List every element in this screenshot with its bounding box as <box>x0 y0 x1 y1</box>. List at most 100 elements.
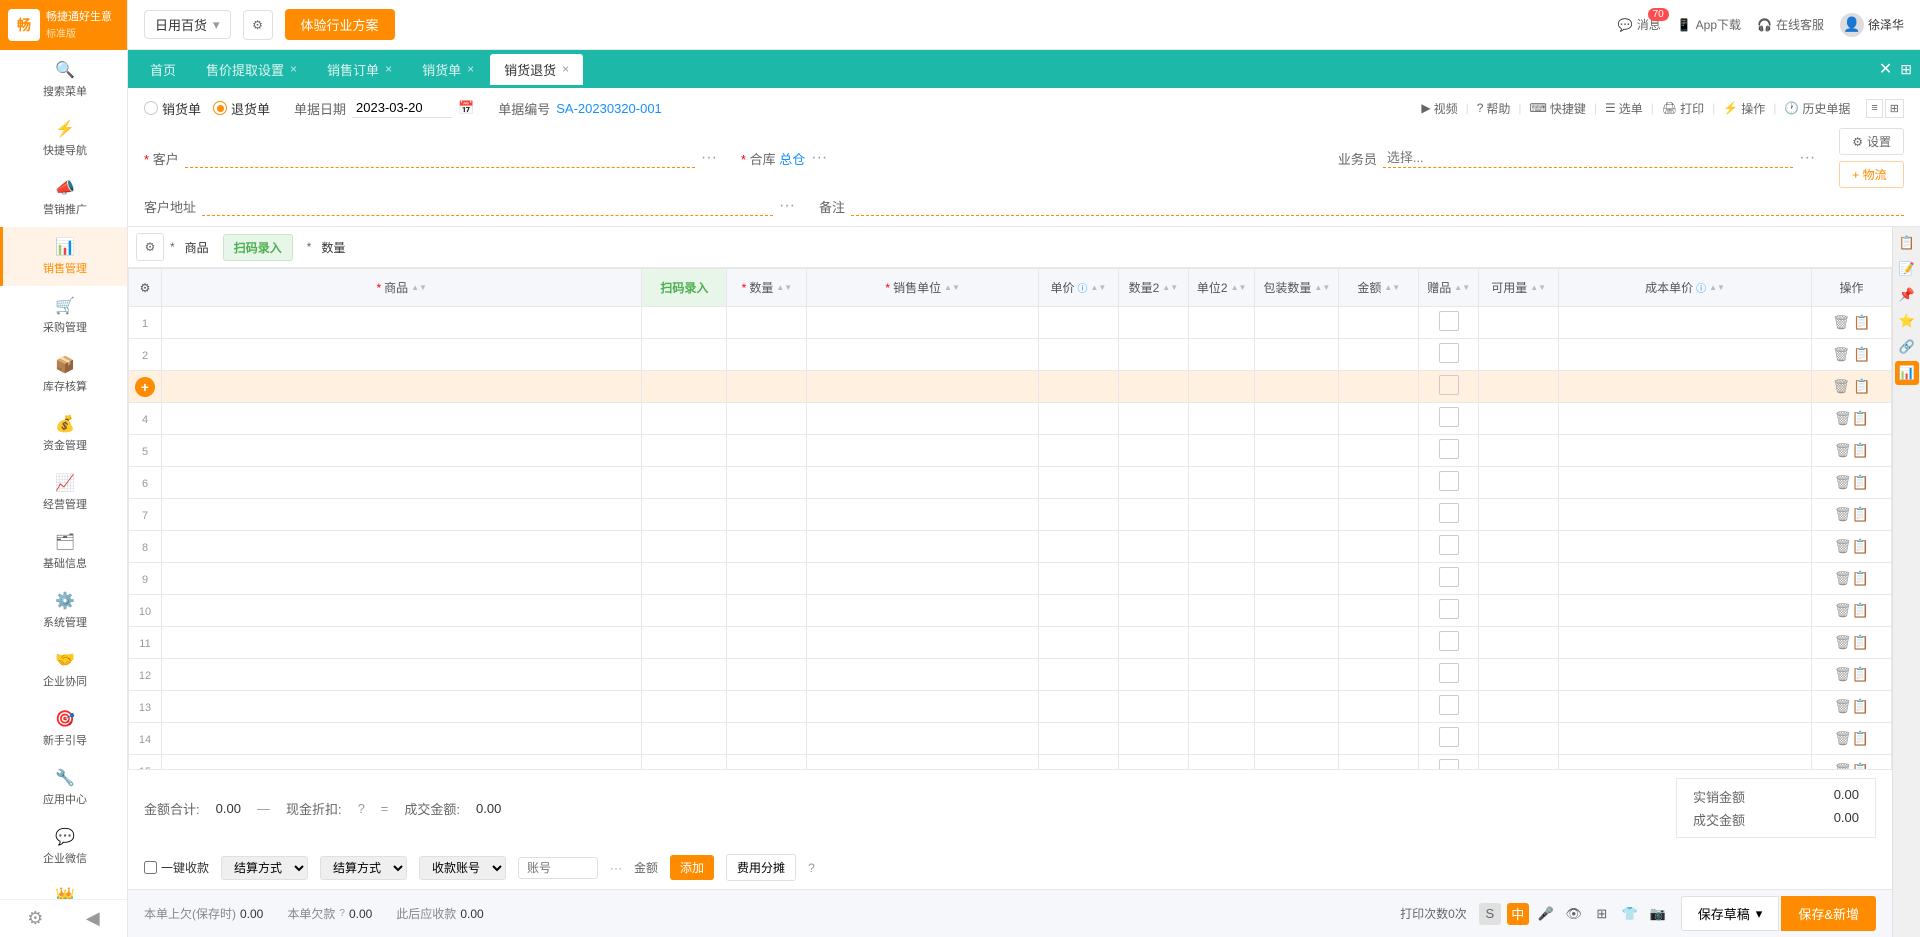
sort-unit2-icon[interactable]: ▲▼ <box>1231 284 1247 292</box>
sort-product-icon[interactable]: ▲▼ <box>411 284 427 292</box>
gift-checkbox-14[interactable] <box>1439 727 1459 747</box>
delete-btn-11[interactable]: 🗑 <box>1834 634 1852 650</box>
gift-checkbox-4[interactable] <box>1439 407 1459 427</box>
experience-btn[interactable]: 体验行业方案 <box>285 9 395 40</box>
gift-checkbox-10[interactable] <box>1439 599 1459 619</box>
copy-btn-1[interactable]: 📋 <box>1853 314 1870 330</box>
tab-home[interactable]: 首页 <box>136 54 190 85</box>
dropdown-arrow-icon[interactable]: ▾ <box>1756 906 1763 922</box>
tab-price-setting[interactable]: 售价提取设置 × <box>192 54 311 85</box>
add-row-btn[interactable]: + <box>135 377 155 397</box>
copy-btn-6[interactable]: 📋 <box>1852 474 1869 490</box>
sort-unit-icon[interactable]: ▲▼ <box>944 284 960 292</box>
gift-checkbox-3[interactable] <box>1439 375 1459 395</box>
shortcut-link[interactable]: ⌨ 快捷键 <box>1530 100 1586 117</box>
copy-btn-5[interactable]: 📋 <box>1852 442 1869 458</box>
sort-gift-icon[interactable]: ▲▼ <box>1454 284 1470 292</box>
sort-cost-icon[interactable]: ▲▼ <box>1709 284 1725 292</box>
sidebar-item-search[interactable]: 🔍 搜索菜单 <box>0 50 127 109</box>
row-3-sales-unit[interactable] <box>807 371 1038 403</box>
delete-btn-12[interactable]: 🗑 <box>1834 666 1852 682</box>
fee-help-icon[interactable]: ? <box>808 861 815 875</box>
row-3-pack[interactable] <box>1255 371 1339 403</box>
gift-checkbox-12[interactable] <box>1439 663 1459 683</box>
industry-selector[interactable]: 日用百货 ▾ <box>144 10 231 39</box>
row-1-gift[interactable] <box>1419 307 1479 339</box>
row-1-qty2[interactable] <box>1118 307 1188 339</box>
right-panel-icon-6[interactable]: 📊 <box>1895 361 1919 385</box>
sort-avail-icon[interactable]: ▲▼ <box>1530 284 1546 292</box>
row-1-sales-unit[interactable] <box>807 307 1038 339</box>
account-select[interactable]: 收款账号 <box>419 856 506 880</box>
scan-input-btn[interactable]: 扫码录入 <box>223 234 293 261</box>
gift-checkbox-6[interactable] <box>1439 471 1459 491</box>
copy-btn-9[interactable]: 📋 <box>1852 570 1869 586</box>
radio-return[interactable]: 退货单 <box>213 99 270 118</box>
column-settings-btn[interactable]: ⚙ <box>136 233 164 261</box>
sidebar-item-sales[interactable]: 📊 销售管理 <box>0 227 127 286</box>
row-3-amount[interactable] <box>1339 371 1419 403</box>
gift-checkbox-7[interactable] <box>1439 503 1459 523</box>
footer-icon-2[interactable]: 中 <box>1507 903 1529 925</box>
row-1-unit2[interactable] <box>1188 307 1255 339</box>
row-2-gift[interactable] <box>1419 339 1479 371</box>
scan-header-btn[interactable]: 扫码录入 <box>650 275 718 300</box>
copy-btn-14[interactable]: 📋 <box>1852 730 1869 746</box>
row-3-unit2[interactable] <box>1188 371 1255 403</box>
sidebar-item-newguide[interactable]: 🎯 新手引导 <box>0 699 127 758</box>
discount-help-icon[interactable]: ? <box>358 801 365 816</box>
sort-price-icon[interactable]: ▲▼ <box>1090 284 1106 292</box>
sidebar-item-inventory[interactable]: 📦 库存核算 <box>0 345 127 404</box>
right-panel-icon-1[interactable]: 📋 <box>1895 231 1919 255</box>
delete-btn-8[interactable]: 🗑 <box>1834 538 1852 554</box>
sort-qty-icon[interactable]: ▲▼ <box>776 284 792 292</box>
delete-btn-9[interactable]: 🗑 <box>1834 570 1852 586</box>
row-3-quantity[interactable] <box>727 371 807 403</box>
video-link[interactable]: ▶ 视频 <box>1421 100 1457 117</box>
row-1-quantity[interactable] <box>727 307 807 339</box>
footer-icon-7[interactable]: 📷 <box>1647 903 1669 925</box>
tab-sales-return[interactable]: 销货退货 × <box>490 54 583 85</box>
tab-sales-order[interactable]: 销售订单 × <box>313 54 406 85</box>
gift-checkbox-15[interactable] <box>1439 759 1459 769</box>
delete-btn-4[interactable]: 🗑 <box>1834 410 1852 426</box>
onepay-checkbox[interactable]: 一键收款 <box>144 859 209 876</box>
copy-btn-15[interactable]: 📋 <box>1852 762 1869 769</box>
fee-split-btn[interactable]: 费用分摊 <box>726 854 796 881</box>
row-3-gift[interactable] <box>1419 371 1479 403</box>
sidebar-item-member[interactable]: 👑 畅会员 <box>0 876 127 899</box>
sidebar-item-shortcut[interactable]: ⚡ 快捷导航 <box>0 109 127 168</box>
delete-btn-15[interactable]: 🗑 <box>1834 762 1852 769</box>
logistics-btn[interactable]: + 物流 <box>1839 161 1904 188</box>
gift-checkbox-2[interactable] <box>1439 343 1459 363</box>
tabs-close-all-btn[interactable]: ✕ <box>1879 59 1892 79</box>
sidebar-item-basic[interactable]: 🗂 基础信息 <box>0 522 127 581</box>
row-1-price[interactable] <box>1038 307 1118 339</box>
tab-close-price-setting[interactable]: × <box>290 62 297 76</box>
right-panel-icon-4[interactable]: ⭐ <box>1895 309 1919 333</box>
delete-btn-3[interactable]: 🗑 <box>1832 378 1850 394</box>
warehouse-dots-icon[interactable]: ··· <box>811 149 827 167</box>
row-2-pack[interactable] <box>1255 339 1339 371</box>
collapse-btn[interactable]: ◀ <box>86 908 100 929</box>
footer-icon-4[interactable]: 👁 <box>1563 903 1585 925</box>
delete-btn-5[interactable]: 🗑 <box>1834 442 1852 458</box>
gift-checkbox-5[interactable] <box>1439 439 1459 459</box>
delete-btn-6[interactable]: 🗑 <box>1834 474 1852 490</box>
staff-input[interactable] <box>1383 148 1793 168</box>
row-3-qty2[interactable] <box>1118 371 1188 403</box>
customer-input[interactable] <box>185 148 695 168</box>
message-btn[interactable]: 💬 消息 70 <box>1618 16 1661 33</box>
date-input[interactable] <box>352 98 452 118</box>
print-link[interactable]: 🖨 打印 <box>1662 100 1704 117</box>
row-3-price[interactable] <box>1038 371 1118 403</box>
gift-checkbox-1[interactable] <box>1439 311 1459 331</box>
select-bill-link[interactable]: ☰ 选单 <box>1605 100 1643 117</box>
add-payment-btn[interactable]: 添加 <box>670 855 714 880</box>
delete-btn-7[interactable]: 🗑 <box>1834 506 1852 522</box>
copy-btn-13[interactable]: 📋 <box>1852 698 1869 714</box>
row-2-unit2[interactable] <box>1188 339 1255 371</box>
delete-btn-2[interactable]: 🗑 <box>1832 346 1850 362</box>
help-link[interactable]: ? 帮助 <box>1477 100 1511 117</box>
copy-btn-7[interactable]: 📋 <box>1852 506 1869 522</box>
